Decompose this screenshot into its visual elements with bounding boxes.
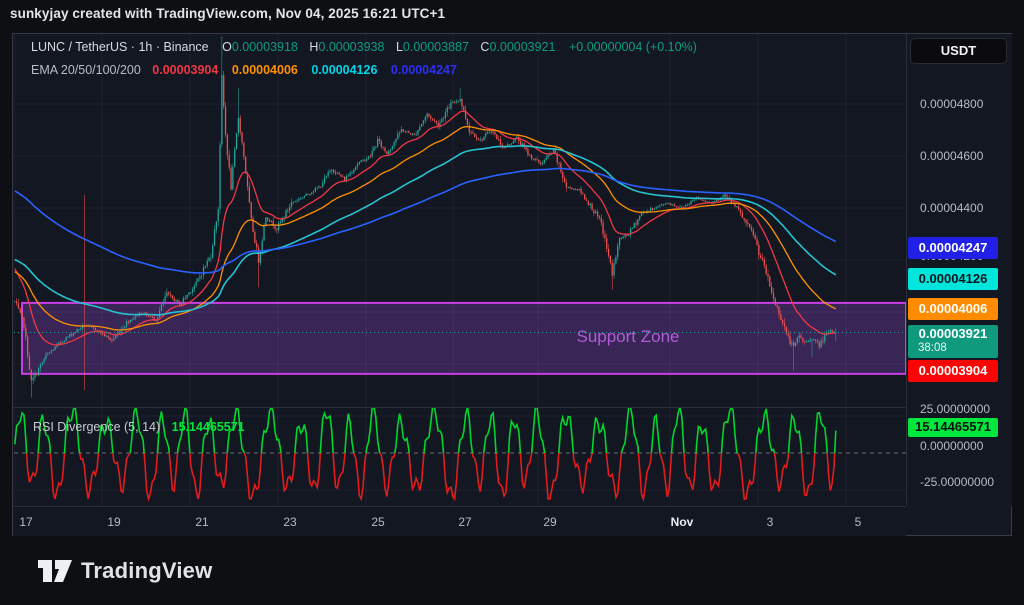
price-axis[interactable]: USDT 0.00004800 0.00004600 0.00004400 0.000… <box>906 34 1012 506</box>
ema-row[interactable]: EMA 20/50/100/200 0.00003904 0.00004006 … <box>31 62 697 77</box>
axis-tick-label: 0.00000000 <box>920 439 984 453</box>
rsi-line-down <box>25 452 836 502</box>
close-value: 0.00003921 <box>489 40 556 54</box>
axis-tick-label: 0.00004400 <box>920 201 984 215</box>
open-label: O <box>222 40 232 54</box>
chart-frame: Support Zone LUNC / TetherUS · 1h · Bina… <box>12 33 1012 536</box>
rsi-legend[interactable]: RSI Divergence (5, 14) 15.14465571 <box>33 420 245 434</box>
footer-branding: TradingView <box>38 556 212 586</box>
price-axis-value-label: 0.00004006 <box>908 298 998 320</box>
brand-name: TradingView <box>81 558 213 583</box>
time-axis-tick: Nov <box>670 515 694 529</box>
time-axis-tick: 25 <box>371 515 385 529</box>
tradingview-chart-screenshot: sunkyjay created with TradingView.com, N… <box>0 0 1024 605</box>
price-axis-value-label: 0.00004126 <box>908 268 998 290</box>
low-label: L <box>395 40 403 54</box>
watermark-attribution: sunkyjay created with TradingView.com, N… <box>10 6 446 21</box>
time-axis-tick: 21 <box>195 515 209 529</box>
time-axis-tick: 19 <box>107 515 121 529</box>
high-value: 0.00003938 <box>318 40 385 54</box>
ema50-value: 0.00004006 <box>231 62 298 77</box>
price-axis-value-label: 0.00003904 <box>908 360 998 382</box>
low-value: 0.00003887 <box>402 40 469 54</box>
axis-tick-label: 25.00000000 <box>920 402 991 416</box>
currency-toggle-button[interactable]: USDT <box>910 38 1007 64</box>
ema-indicator-label: EMA 20/50/100/200 <box>31 62 141 77</box>
time-axis-tick: 27 <box>458 515 472 529</box>
support-zone[interactable] <box>21 301 906 375</box>
open-value: 0.00003918 <box>231 40 298 54</box>
time-axis-tick: 29 <box>543 515 557 529</box>
price-pane[interactable]: Support Zone <box>14 34 906 407</box>
tradingview-logo-icon <box>38 560 72 582</box>
ema20-value: 0.00003904 <box>152 62 219 77</box>
support-zone-label: Support Zone <box>576 327 679 346</box>
axis-tick-label: 0.00004800 <box>920 97 984 111</box>
pane-divider[interactable] <box>13 407 906 408</box>
price-axis-value-label: 0.00004247 <box>908 237 998 259</box>
ema100-value: 0.00004126 <box>311 62 378 77</box>
axis-tick-label: 0.00004600 <box>920 149 984 163</box>
time-axis-tick: 17 <box>19 515 33 529</box>
price-axis-value-label: 15.14465571 <box>908 418 998 437</box>
ema200-value: 0.00004247 <box>390 62 457 77</box>
ema50-line <box>14 125 837 331</box>
ema100-line <box>14 144 837 316</box>
price-axis-value-label: 0.00003921 38:08 <box>908 325 998 358</box>
change-value: +0.00000004 (+0.10%) <box>568 40 697 54</box>
symbol-title[interactable]: LUNC / TetherUS · 1h · Binance <box>31 40 209 54</box>
time-axis[interactable]: 17 19 21 23 25 27 29 Nov 3 5 <box>13 506 906 536</box>
ema200-line <box>14 167 837 274</box>
rsi-indicator-title: RSI Divergence (5, 14) <box>33 420 161 434</box>
time-axis-tick: 3 <box>766 515 774 529</box>
symbol-legend[interactable]: LUNC / TetherUS · 1h · Binance O0.000039… <box>31 41 697 86</box>
rsi-current-value: 15.14465571 <box>171 420 245 434</box>
ohlc-row: LUNC / TetherUS · 1h · Binance O0.000039… <box>31 41 697 54</box>
time-axis-tick: 5 <box>854 515 862 529</box>
axis-tick-label: -25.00000000 <box>920 475 995 489</box>
time-axis-tick: 23 <box>283 515 297 529</box>
